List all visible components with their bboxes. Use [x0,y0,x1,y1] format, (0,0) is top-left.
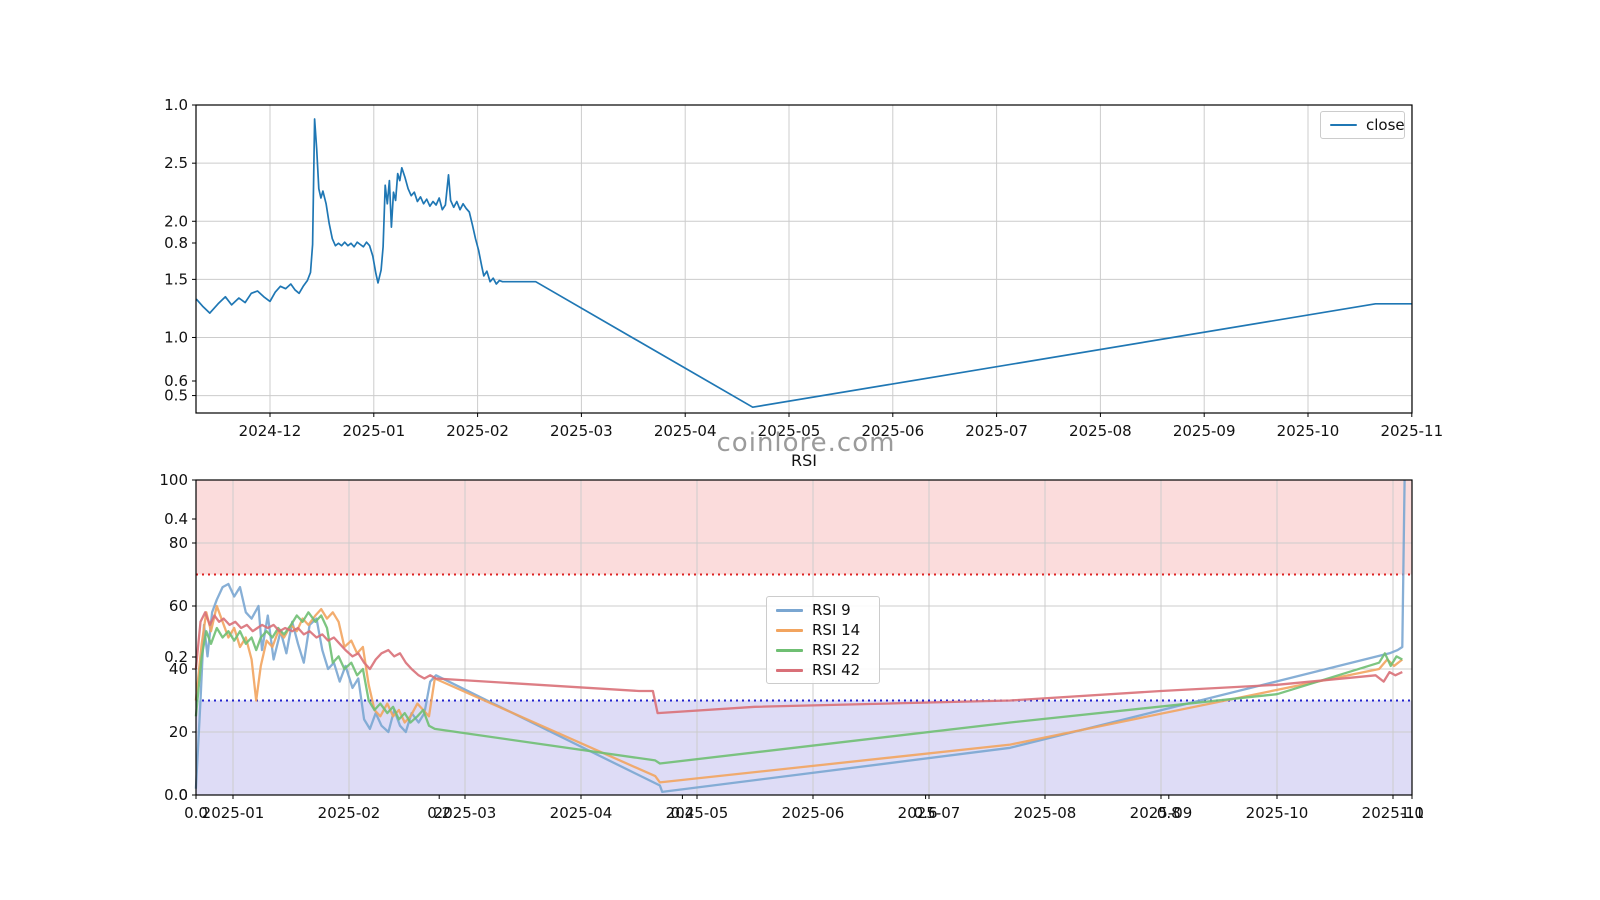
price-axes-frame [195,104,1413,414]
rsi-y-tick-label: 80 [169,534,188,552]
rsi-x-tick-label: 2025-10 [1246,804,1309,822]
fraction-y-label: 1.0 [164,96,188,114]
price-x-tick-label: 2025-01 [342,422,405,440]
fraction-x-label: 1.0 [1400,804,1424,822]
close-line [195,118,1412,409]
rsi-x-tick-label: 2025-01 [202,804,265,822]
fraction-x-label: 0.2 [427,804,451,822]
figure: 2024-12 2025-01 2025-02 2025-03 2025-04 2025-… [0,0,1600,900]
price-y-tick-label: 1.5 [164,270,188,288]
fraction-x-label: 0.4 [670,804,694,822]
price-x-tick-label: 2025-06 [861,422,924,440]
fraction-x-label: 0.0 [184,804,208,822]
price-x-tick-label: 2024-12 [239,422,302,440]
rsi-x-tick-label: 2025-04 [550,804,613,822]
price-y-tick-label: 2.0 [164,212,188,230]
price-x-tick-label: 2025-04 [654,422,717,440]
fraction-y-label: 0.2 [164,648,188,666]
rsi-y-tick-label: 60 [169,597,188,615]
overbought-band [196,480,1412,575]
rsi-y-tick-label: 100 [159,471,188,489]
fraction-y-label: 0.6 [164,372,188,390]
fraction-y-label: 0.4 [164,510,188,528]
rsi-x-tick-label: 2025-02 [318,804,381,822]
price-x-tick-label: 2025-05 [758,422,821,440]
price-x-tick-label: 2025-11 [1380,422,1443,440]
price-y-tick-label: 1.0 [164,328,188,346]
rsi-x-tick-label: 2025-08 [1014,804,1077,822]
rsi-x-tick-label: 2025-06 [782,804,845,822]
price-x-tick-label: 2025-09 [1173,422,1236,440]
price-x-tick-label: 2025-08 [1069,422,1132,440]
price-x-tick-label: 2025-02 [446,422,509,440]
price-x-tick-label: 2025-03 [550,422,613,440]
chart-canvas: 2024-12 2025-01 2025-02 2025-03 2025-04 2025-… [159,96,1443,822]
price-x-tick-label: 2025-10 [1277,422,1340,440]
rsi-y-tick-label: 20 [169,723,188,741]
fraction-y-label: 0.0 [164,786,188,804]
price-x-tick-label: 2025-07 [965,422,1028,440]
fraction-x-label: 0.6 [914,804,938,822]
rsi42-line [194,611,1403,715]
fraction-x-label: 0.8 [1157,804,1181,822]
price-y-tick-label: 2.5 [164,154,188,172]
fraction-y-label: 0.8 [164,234,188,252]
